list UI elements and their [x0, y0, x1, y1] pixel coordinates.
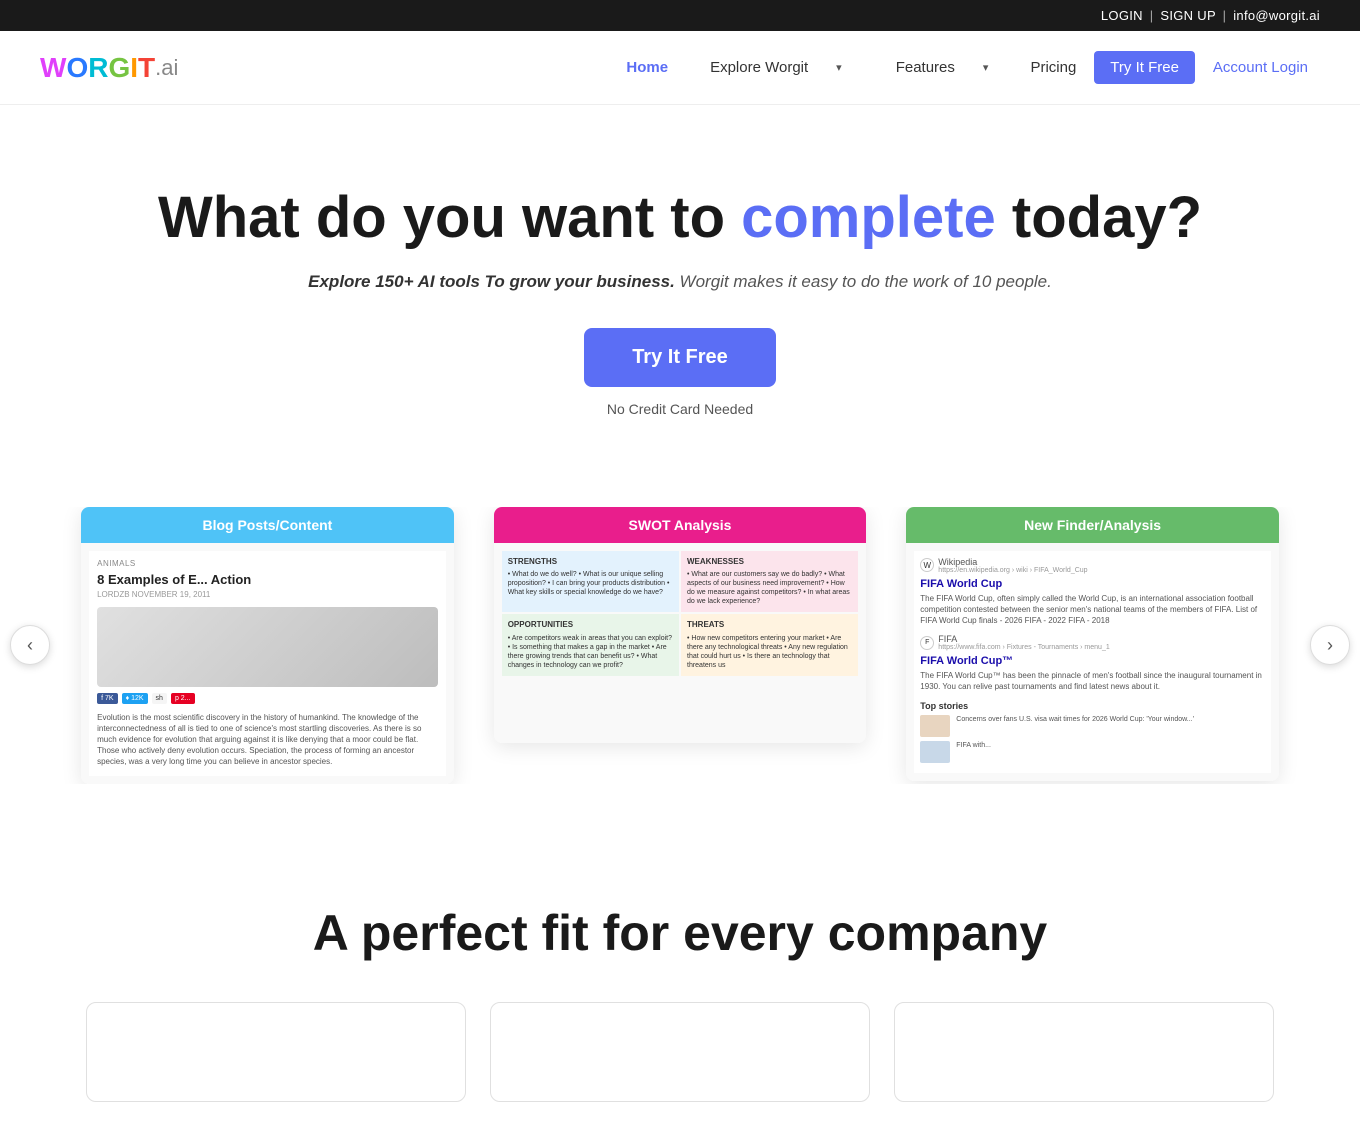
headline-before: What do you want to: [158, 185, 725, 250]
subtitle-bold: Explore 150+ AI tools To grow your busin…: [308, 272, 675, 291]
story-1-text: Concerns over fans U.S. visa wait times …: [956, 715, 1194, 724]
story-1-image: [920, 715, 950, 737]
headline-today: today?: [1012, 185, 1202, 250]
login-link[interactable]: LOGIN: [1101, 8, 1143, 23]
blog-tag: ANIMALS: [97, 559, 438, 568]
blog-social-buttons: f 7K ♦ 12K sh p 2...: [97, 693, 438, 704]
logo-w: W: [40, 52, 66, 84]
subtitle-normal: Worgit makes it easy to do the work of 1…: [675, 272, 1052, 291]
fit-cards-row: [40, 1002, 1320, 1102]
finder-desc-2: The FIFA World Cup™ has been the pinnacl…: [920, 670, 1265, 692]
separator-1: |: [1150, 8, 1154, 23]
signup-link[interactable]: SIGN UP: [1160, 8, 1215, 23]
story-2-text: FIFA with...: [956, 741, 991, 750]
chevron-down-icon: ▾: [824, 53, 854, 82]
no-credit-text: No Credit Card Needed: [40, 401, 1320, 417]
carousel-card-blog: Blog Posts/Content ANIMALS 8 Examples of…: [81, 507, 454, 784]
fit-card-2: [490, 1002, 870, 1102]
finder-source-2-info: FIFA https://www.fifa.com › Fixtures - T…: [938, 634, 1109, 651]
blog-share-btn[interactable]: sh: [152, 693, 167, 704]
logo-i: I: [130, 52, 138, 84]
finder-story-1: Concerns over fans U.S. visa wait times …: [920, 715, 1265, 737]
swot-card-body: STRENGTHS • What do we do well? • What i…: [494, 543, 867, 743]
email-link[interactable]: info@worgit.ai: [1233, 8, 1320, 23]
separator-2: |: [1223, 8, 1227, 23]
nav-try-free-button[interactable]: Try It Free: [1094, 51, 1195, 84]
finder-inner: W Wikipedia https://en.wikipedia.org › w…: [914, 551, 1271, 773]
nav-features[interactable]: Features ▾: [872, 43, 1013, 92]
blog-fb-btn[interactable]: f 7K: [97, 693, 117, 704]
blog-meta: LORDZB NOVEMBER 19, 2011: [97, 590, 438, 599]
blog-pin-btn[interactable]: p 2...: [171, 693, 195, 704]
story-2-image: [920, 741, 950, 763]
logo[interactable]: WORGIT.ai: [40, 52, 178, 84]
swot-opportunities: OPPORTUNITIES • Are competitors weak in …: [502, 614, 679, 676]
top-bar: LOGIN | SIGN UP | info@worgit.ai: [0, 0, 1360, 31]
nav-pricing[interactable]: Pricing: [1018, 51, 1088, 84]
finder-story-2: FIFA with...: [920, 741, 1265, 763]
carousel-card-finder: New Finder/Analysis W Wikipedia https://…: [906, 507, 1279, 781]
swot-grid: STRENGTHS • What do we do well? • What i…: [502, 551, 859, 677]
fifa-icon: F: [920, 636, 934, 650]
swot-opportunities-text: • Are competitors weak in areas that you…: [508, 634, 673, 670]
blog-image: [97, 607, 438, 687]
headline-complete: complete: [741, 185, 996, 250]
logo-t: T: [138, 52, 155, 84]
finder-source-1-info: Wikipedia https://en.wikipedia.org › wik…: [938, 557, 1087, 574]
nav-home[interactable]: Home: [614, 51, 680, 84]
swot-weaknesses-text: • What are our customers say we do badly…: [687, 570, 852, 606]
swot-card-header: SWOT Analysis: [494, 507, 867, 543]
logo-g: G: [108, 52, 130, 84]
blog-title: 8 Examples of E... Action: [97, 572, 438, 587]
chevron-down-icon: ▾: [971, 53, 1001, 82]
carousel-prev-button[interactable]: ‹: [10, 625, 50, 665]
hero-cta-button[interactable]: Try It Free: [584, 328, 776, 387]
blog-inner: ANIMALS 8 Examples of E... Action LORDZB…: [89, 551, 446, 776]
hero-subtitle: Explore 150+ AI tools To grow your busin…: [40, 272, 1320, 292]
nav-links: Home Explore Worgit ▾ Features ▾ Pricing…: [614, 43, 1320, 92]
swot-strengths-label: STRENGTHS: [508, 557, 673, 567]
fit-card-3: [894, 1002, 1274, 1102]
swot-threats-text: • How new competitors entering your mark…: [687, 634, 852, 670]
finder-desc-1: The FIFA World Cup, often simply called …: [920, 593, 1265, 627]
swot-weaknesses-label: WEAKNESSES: [687, 557, 852, 567]
nav-explore[interactable]: Explore Worgit ▾: [686, 43, 866, 92]
finder-title-1: FIFA World Cup: [920, 578, 1265, 590]
swot-weaknesses: WEAKNESSES • What are our customers say …: [681, 551, 858, 613]
carousel-next-button[interactable]: ›: [1310, 625, 1350, 665]
top-stories-label: Top stories: [920, 701, 1265, 711]
perfect-fit-section: A perfect fit for every company: [0, 844, 1360, 1122]
hero-section: What do you want to complete today? Expl…: [0, 105, 1360, 507]
hero-headline: What do you want to complete today?: [40, 185, 1320, 252]
finder-title-2: FIFA World Cup™: [920, 655, 1265, 667]
logo-o: O: [66, 52, 88, 84]
swot-strengths-text: • What do we do well? • What is our uniq…: [508, 570, 673, 597]
blog-card-header: Blog Posts/Content: [81, 507, 454, 543]
swot-opportunities-label: OPPORTUNITIES: [508, 620, 673, 630]
finder-card-header: New Finder/Analysis: [906, 507, 1279, 543]
finder-source-1: W Wikipedia https://en.wikipedia.org › w…: [920, 557, 1265, 574]
logo-ai: .ai: [155, 55, 178, 81]
blog-tw-btn[interactable]: ♦ 12K: [122, 693, 148, 704]
swot-strengths: STRENGTHS • What do we do well? • What i…: [502, 551, 679, 613]
finder-card-body: W Wikipedia https://en.wikipedia.org › w…: [906, 543, 1279, 781]
blog-card-body: ANIMALS 8 Examples of E... Action LORDZB…: [81, 543, 454, 784]
fit-card-1: [86, 1002, 466, 1102]
finder-source-2: F FIFA https://www.fifa.com › Fixtures -…: [920, 634, 1265, 651]
blog-text: Evolution is the most scientific discove…: [97, 712, 438, 768]
logo-r: R: [88, 52, 108, 84]
swot-threats: THREATS • How new competitors entering y…: [681, 614, 858, 676]
navigation: WORGIT.ai Home Explore Worgit ▾ Features…: [0, 31, 1360, 105]
perfect-fit-heading: A perfect fit for every company: [40, 904, 1320, 962]
carousel: ‹ Blog Posts/Content ANIMALS 8 Examples …: [0, 507, 1360, 784]
carousel-track: Blog Posts/Content ANIMALS 8 Examples of…: [70, 507, 1290, 784]
swot-threats-label: THREATS: [687, 620, 852, 630]
wikipedia-icon: W: [920, 558, 934, 572]
carousel-card-swot: SWOT Analysis STRENGTHS • What do we do …: [494, 507, 867, 743]
nav-account-login[interactable]: Account Login: [1201, 51, 1320, 84]
